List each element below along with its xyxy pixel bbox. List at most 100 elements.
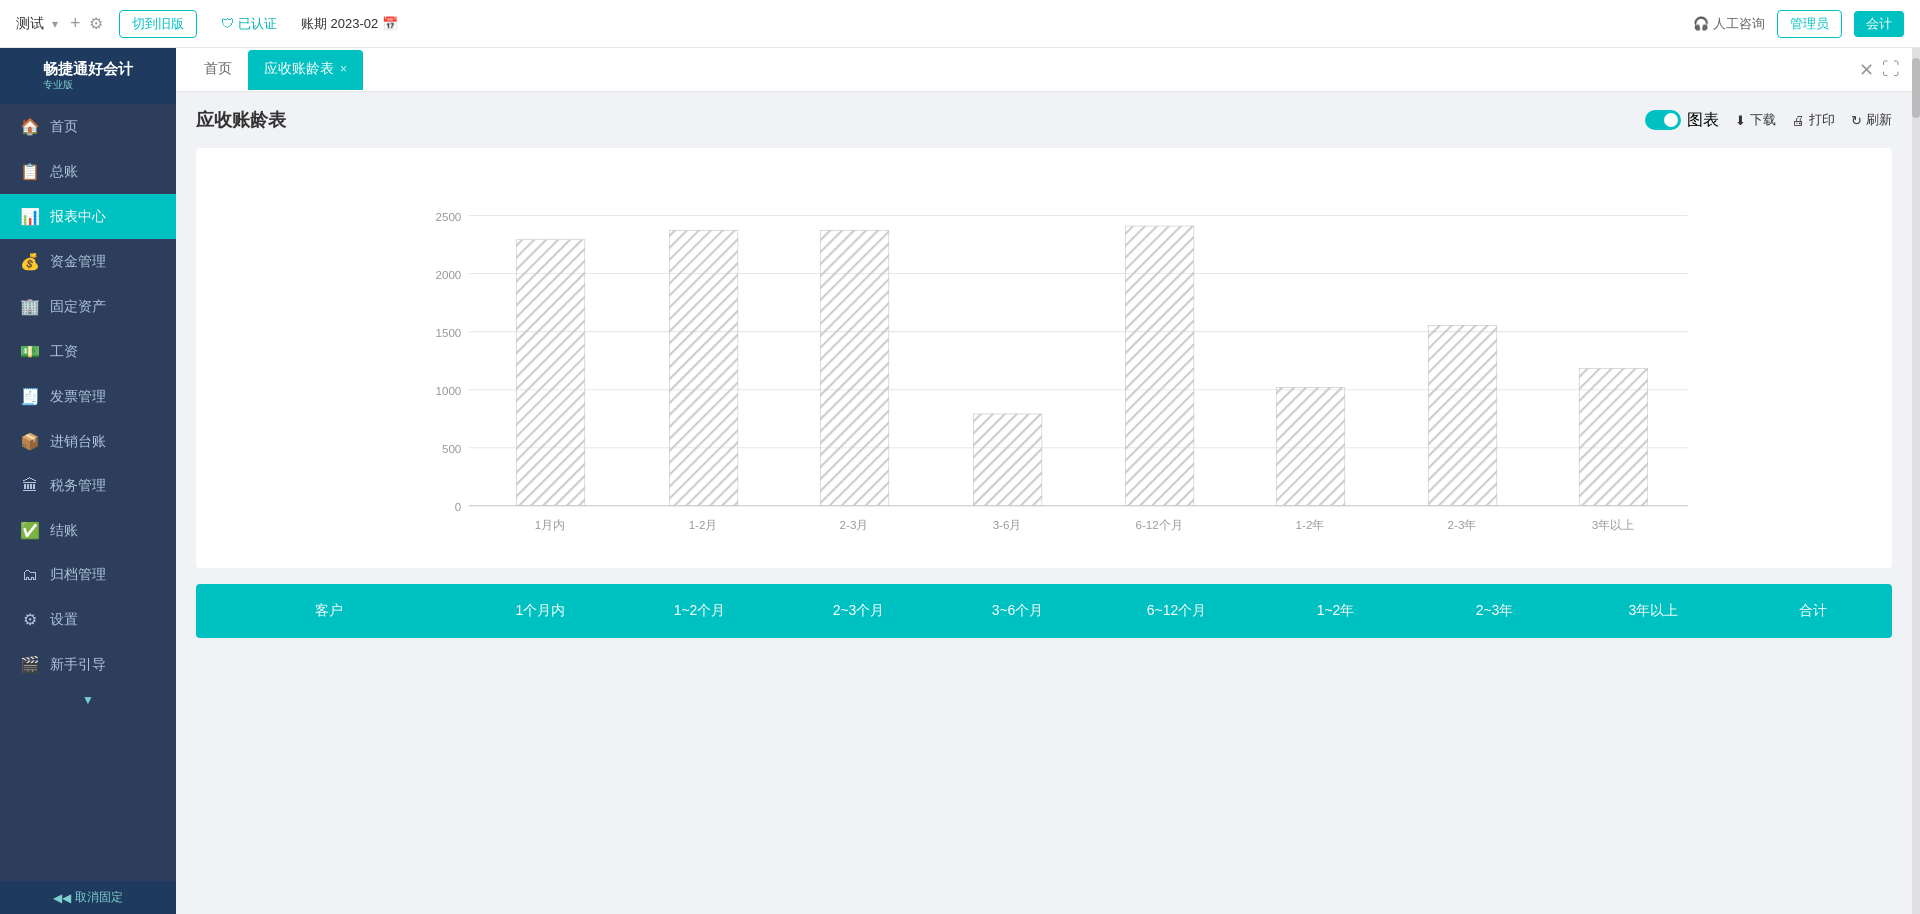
refresh-button[interactable]: ↻ 刷新: [1851, 111, 1892, 129]
th-1month: 1个月内: [461, 584, 620, 638]
company-name: 测试: [16, 15, 44, 33]
cancel-fixed-label: 取消固定: [75, 889, 123, 906]
table-header: 客户 1个月内 1~2个月 2~3个月 3~6个月 6~12个月 1~2年 2~…: [196, 584, 1892, 638]
logo-title: 畅捷通好会计: [43, 60, 133, 78]
svg-rect-14: [669, 230, 738, 506]
th-2-3year: 2~3年: [1415, 584, 1574, 638]
refresh-icon: ↻: [1851, 113, 1862, 128]
svg-rect-19: [1428, 325, 1497, 506]
chart-container: 0 500 1000 1500 2000 2500: [196, 148, 1892, 568]
svg-text:2000: 2000: [436, 268, 462, 281]
close-window-button[interactable]: ✕: [1859, 59, 1874, 81]
settings-icon[interactable]: ⚙: [89, 14, 103, 33]
content-area: 首页 应收账龄表 × ✕ ⛶ 应收账龄表 图表: [176, 48, 1912, 914]
svg-text:2-3年: 2-3年: [1448, 518, 1477, 531]
period-display: 账期 2023-02 📅: [301, 15, 399, 33]
chart-toggle-label: 图表: [1687, 110, 1719, 131]
scrollbar-thumb[interactable]: [1912, 58, 1920, 118]
pin-icon: ◀◀: [53, 891, 71, 905]
calendar-icon[interactable]: 📅: [382, 16, 398, 31]
archive-icon: 🗂: [20, 566, 40, 584]
print-icon: 🖨: [1792, 113, 1805, 128]
salary-icon: 💵: [20, 342, 40, 361]
cert-label: 已认证: [238, 15, 277, 33]
guide-icon: 🎬: [20, 655, 40, 674]
chart-toggle[interactable]: 图表: [1645, 110, 1719, 131]
sidebar-item-reports[interactable]: 📊 报表中心: [0, 194, 176, 239]
role-button[interactable]: 会计: [1854, 11, 1904, 37]
svg-text:2-3月: 2-3月: [840, 518, 869, 531]
table-container: 客户 1个月内 1~2个月 2~3个月 3~6个月 6~12个月 1~2年 2~…: [196, 584, 1892, 638]
cert-status: 🛡 已认证: [221, 15, 277, 33]
admin-button[interactable]: 管理员: [1777, 10, 1842, 38]
tab-actions: ✕ ⛶: [1859, 59, 1900, 81]
svg-text:3年以上: 3年以上: [1592, 518, 1634, 531]
sidebar-item-label: 进销台账: [50, 433, 106, 451]
sidebar-item-guide[interactable]: 🎬 新手引导: [0, 642, 176, 687]
sidebar-item-archive[interactable]: 🗂 归档管理: [0, 553, 176, 597]
sidebar-item-purchase-sale[interactable]: 📦 进销台账: [0, 419, 176, 464]
svg-text:0: 0: [455, 500, 461, 513]
svg-rect-17: [1125, 226, 1194, 506]
header-left: 测试 ▾ + ⚙ 切到旧版 🛡 已认证 账期 2023-02 📅: [16, 10, 398, 38]
home-icon: 🏠: [20, 117, 40, 136]
closing-icon: ✅: [20, 521, 40, 540]
scrollbar[interactable]: [1912, 48, 1920, 914]
chart-inner: 0 500 1000 1500 2000 2500: [216, 168, 1872, 548]
tab-home-label: 首页: [204, 60, 232, 76]
th-2-3month: 2~3个月: [779, 584, 938, 638]
svg-text:6-12个月: 6-12个月: [1135, 518, 1182, 531]
toggle-switch[interactable]: [1645, 110, 1681, 130]
sidebar-item-funds[interactable]: 💰 资金管理: [0, 239, 176, 284]
funds-icon: 💰: [20, 252, 40, 271]
headset-icon: 🎧: [1693, 16, 1709, 31]
top-header: 测试 ▾ + ⚙ 切到旧版 🛡 已认证 账期 2023-02 📅 🎧 人工咨询 …: [0, 0, 1920, 48]
sidebar-item-label: 归档管理: [50, 566, 106, 584]
sidebar-item-label: 设置: [50, 611, 78, 629]
sidebar-nav: 🏠 首页 📋 总账 📊 报表中心 💰 资金管理 🏢 固定资产 💵 工资: [0, 104, 176, 881]
sidebar-item-invoice[interactable]: 🧾 发票管理: [0, 374, 176, 419]
tab-home[interactable]: 首页: [188, 50, 248, 90]
sidebar-item-ledger[interactable]: 📋 总账: [0, 149, 176, 194]
svg-text:1-2月: 1-2月: [689, 518, 718, 531]
page-content: 应收账龄表 图表 ⬇ 下载 🖨 打印 ↻: [176, 92, 1912, 914]
tab-report[interactable]: 应收账龄表 ×: [248, 50, 363, 90]
consult-button[interactable]: 🎧 人工咨询: [1693, 15, 1765, 33]
sidebar-item-label: 首页: [50, 118, 78, 136]
cancel-fixed-button[interactable]: ◀◀ 取消固定: [0, 881, 176, 914]
tax-icon: 🏛: [20, 477, 40, 495]
tab-close-icon[interactable]: ×: [340, 62, 347, 76]
sidebar-item-salary[interactable]: 💵 工资: [0, 329, 176, 374]
scroll-down-arrow[interactable]: ▼: [80, 691, 96, 709]
svg-text:1月内: 1月内: [535, 518, 565, 531]
logo-subtitle: 专业版: [43, 78, 133, 92]
download-label: 下载: [1750, 111, 1776, 129]
sidebar-logo: 畅捷通好会计 专业版: [0, 48, 176, 104]
dropdown-icon[interactable]: ▾: [52, 17, 58, 31]
purchase-sale-icon: 📦: [20, 432, 40, 451]
sidebar: 畅捷通好会计 专业版 🏠 首页 📋 总账 📊 报表中心 💰 资金管理 �: [0, 48, 176, 914]
tab-bar: 首页 应收账龄表 × ✕ ⛶: [176, 48, 1912, 92]
switch-version-button[interactable]: 切到旧版: [119, 10, 197, 38]
reports-icon: 📊: [20, 207, 40, 226]
sidebar-item-label: 税务管理: [50, 477, 106, 495]
print-label: 打印: [1809, 111, 1835, 129]
sidebar-item-home[interactable]: 🏠 首页: [0, 104, 176, 149]
svg-rect-16: [973, 414, 1042, 506]
svg-text:1000: 1000: [436, 384, 462, 397]
svg-text:3-6月: 3-6月: [993, 518, 1022, 531]
sidebar-item-closing[interactable]: ✅ 结账: [0, 508, 176, 553]
refresh-label: 刷新: [1866, 111, 1892, 129]
download-button[interactable]: ⬇ 下载: [1735, 111, 1776, 129]
sidebar-item-fixed-assets[interactable]: 🏢 固定资产: [0, 284, 176, 329]
sidebar-item-label: 固定资产: [50, 298, 106, 316]
th-total: 合计: [1733, 584, 1892, 638]
add-button[interactable]: +: [70, 13, 81, 34]
print-button[interactable]: 🖨 打印: [1792, 111, 1835, 129]
th-3year-plus: 3年以上: [1574, 584, 1733, 638]
expand-window-button[interactable]: ⛶: [1882, 59, 1900, 80]
sidebar-item-tax[interactable]: 🏛 税务管理: [0, 464, 176, 508]
sidebar-item-settings[interactable]: ⚙ 设置: [0, 597, 176, 642]
report-actions: 图表 ⬇ 下载 🖨 打印 ↻ 刷新: [1645, 110, 1892, 131]
th-3-6month: 3~6个月: [938, 584, 1097, 638]
